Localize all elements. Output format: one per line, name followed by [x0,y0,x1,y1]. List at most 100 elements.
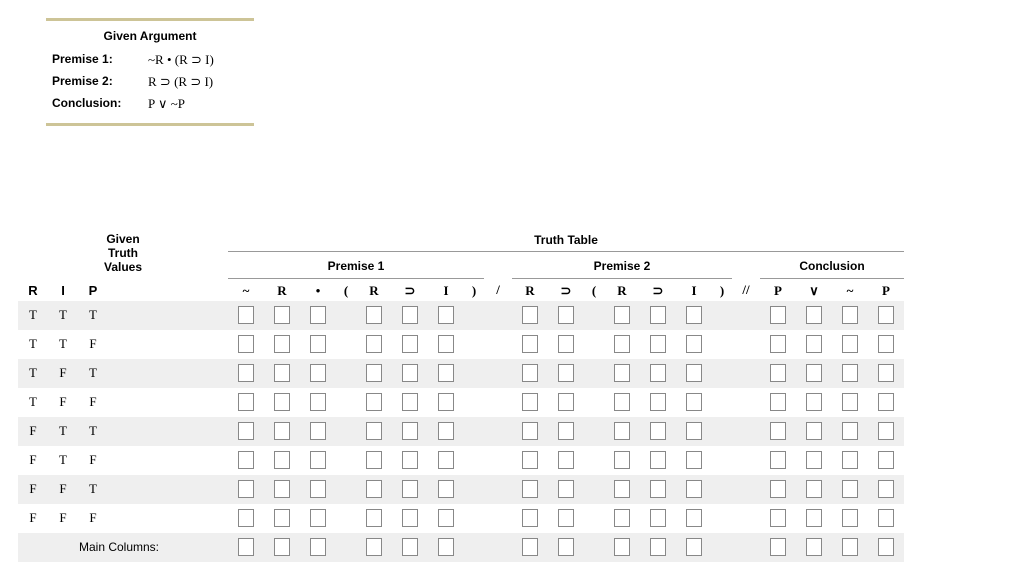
c-input-r0-c1[interactable] [806,306,822,324]
p2-input-r4-c4[interactable] [650,422,666,440]
c-input-r6-c3[interactable] [878,480,894,498]
p1-input-r7-c4[interactable] [366,509,382,527]
c-input-rmain-c1[interactable] [806,538,822,556]
c-input-r1-c3[interactable] [878,335,894,353]
p2-input-r1-c5[interactable] [686,335,702,353]
p1-input-r4-c2[interactable] [310,422,326,440]
p2-input-r5-c5[interactable] [686,451,702,469]
p1-input-rmain-c5[interactable] [402,538,418,556]
p1-input-r4-c6[interactable] [438,422,454,440]
c-input-r6-c2[interactable] [842,480,858,498]
p1-input-r2-c1[interactable] [274,364,290,382]
c-input-r2-c0[interactable] [770,364,786,382]
p2-input-r3-c4[interactable] [650,393,666,411]
p2-input-r4-c3[interactable] [614,422,630,440]
p1-input-r7-c5[interactable] [402,509,418,527]
p1-input-r1-c4[interactable] [366,335,382,353]
p1-input-r6-c6[interactable] [438,480,454,498]
p1-input-r5-c2[interactable] [310,451,326,469]
c-input-r5-c2[interactable] [842,451,858,469]
p1-input-r6-c5[interactable] [402,480,418,498]
p1-input-r4-c1[interactable] [274,422,290,440]
p2-input-r3-c5[interactable] [686,393,702,411]
c-input-r4-c2[interactable] [842,422,858,440]
c-input-r7-c3[interactable] [878,509,894,527]
p2-input-r2-c3[interactable] [614,364,630,382]
p1-input-r0-c6[interactable] [438,306,454,324]
p2-input-r7-c4[interactable] [650,509,666,527]
c-input-r5-c1[interactable] [806,451,822,469]
c-input-r5-c3[interactable] [878,451,894,469]
p1-input-r1-c0[interactable] [238,335,254,353]
p1-input-r6-c0[interactable] [238,480,254,498]
p2-input-r1-c3[interactable] [614,335,630,353]
p1-input-r4-c4[interactable] [366,422,382,440]
p1-input-r3-c4[interactable] [366,393,382,411]
c-input-r5-c0[interactable] [770,451,786,469]
p2-input-r5-c0[interactable] [522,451,538,469]
c-input-r6-c0[interactable] [770,480,786,498]
c-input-r3-c2[interactable] [842,393,858,411]
p2-input-rmain-c4[interactable] [650,538,666,556]
c-input-r7-c0[interactable] [770,509,786,527]
p1-input-r3-c0[interactable] [238,393,254,411]
p1-input-rmain-c0[interactable] [238,538,254,556]
p2-input-r0-c5[interactable] [686,306,702,324]
p2-input-r5-c3[interactable] [614,451,630,469]
c-input-r2-c3[interactable] [878,364,894,382]
p2-input-r6-c5[interactable] [686,480,702,498]
p2-input-r1-c1[interactable] [558,335,574,353]
p2-input-r0-c3[interactable] [614,306,630,324]
c-input-rmain-c3[interactable] [878,538,894,556]
c-input-r1-c2[interactable] [842,335,858,353]
p2-input-r3-c0[interactable] [522,393,538,411]
p1-input-r3-c2[interactable] [310,393,326,411]
p1-input-r7-c1[interactable] [274,509,290,527]
c-input-r2-c1[interactable] [806,364,822,382]
p2-input-r2-c0[interactable] [522,364,538,382]
p1-input-r0-c2[interactable] [310,306,326,324]
c-input-r3-c1[interactable] [806,393,822,411]
p2-input-r0-c4[interactable] [650,306,666,324]
p2-input-r1-c0[interactable] [522,335,538,353]
p2-input-r7-c0[interactable] [522,509,538,527]
p1-input-r7-c0[interactable] [238,509,254,527]
p2-input-r4-c5[interactable] [686,422,702,440]
p1-input-rmain-c1[interactable] [274,538,290,556]
c-input-rmain-c0[interactable] [770,538,786,556]
p2-input-r6-c1[interactable] [558,480,574,498]
c-input-rmain-c2[interactable] [842,538,858,556]
p2-input-r6-c0[interactable] [522,480,538,498]
c-input-r4-c0[interactable] [770,422,786,440]
p1-input-r3-c1[interactable] [274,393,290,411]
p1-input-r0-c4[interactable] [366,306,382,324]
p2-input-r1-c4[interactable] [650,335,666,353]
p1-input-r6-c4[interactable] [366,480,382,498]
p1-input-r2-c0[interactable] [238,364,254,382]
c-input-r0-c3[interactable] [878,306,894,324]
p1-input-r5-c1[interactable] [274,451,290,469]
p1-input-r6-c2[interactable] [310,480,326,498]
p1-input-r5-c5[interactable] [402,451,418,469]
p1-input-r2-c6[interactable] [438,364,454,382]
p2-input-r7-c3[interactable] [614,509,630,527]
p2-input-r4-c0[interactable] [522,422,538,440]
p1-input-r0-c0[interactable] [238,306,254,324]
p2-input-r7-c5[interactable] [686,509,702,527]
p1-input-r1-c5[interactable] [402,335,418,353]
p2-input-r7-c1[interactable] [558,509,574,527]
c-input-r0-c2[interactable] [842,306,858,324]
p1-input-rmain-c6[interactable] [438,538,454,556]
p2-input-r3-c1[interactable] [558,393,574,411]
p1-input-r4-c5[interactable] [402,422,418,440]
p2-input-rmain-c1[interactable] [558,538,574,556]
p2-input-r3-c3[interactable] [614,393,630,411]
p2-input-r4-c1[interactable] [558,422,574,440]
p1-input-r3-c6[interactable] [438,393,454,411]
c-input-r3-c0[interactable] [770,393,786,411]
p2-input-r0-c1[interactable] [558,306,574,324]
p2-input-r6-c3[interactable] [614,480,630,498]
p2-input-rmain-c5[interactable] [686,538,702,556]
c-input-r0-c0[interactable] [770,306,786,324]
p2-input-r5-c4[interactable] [650,451,666,469]
